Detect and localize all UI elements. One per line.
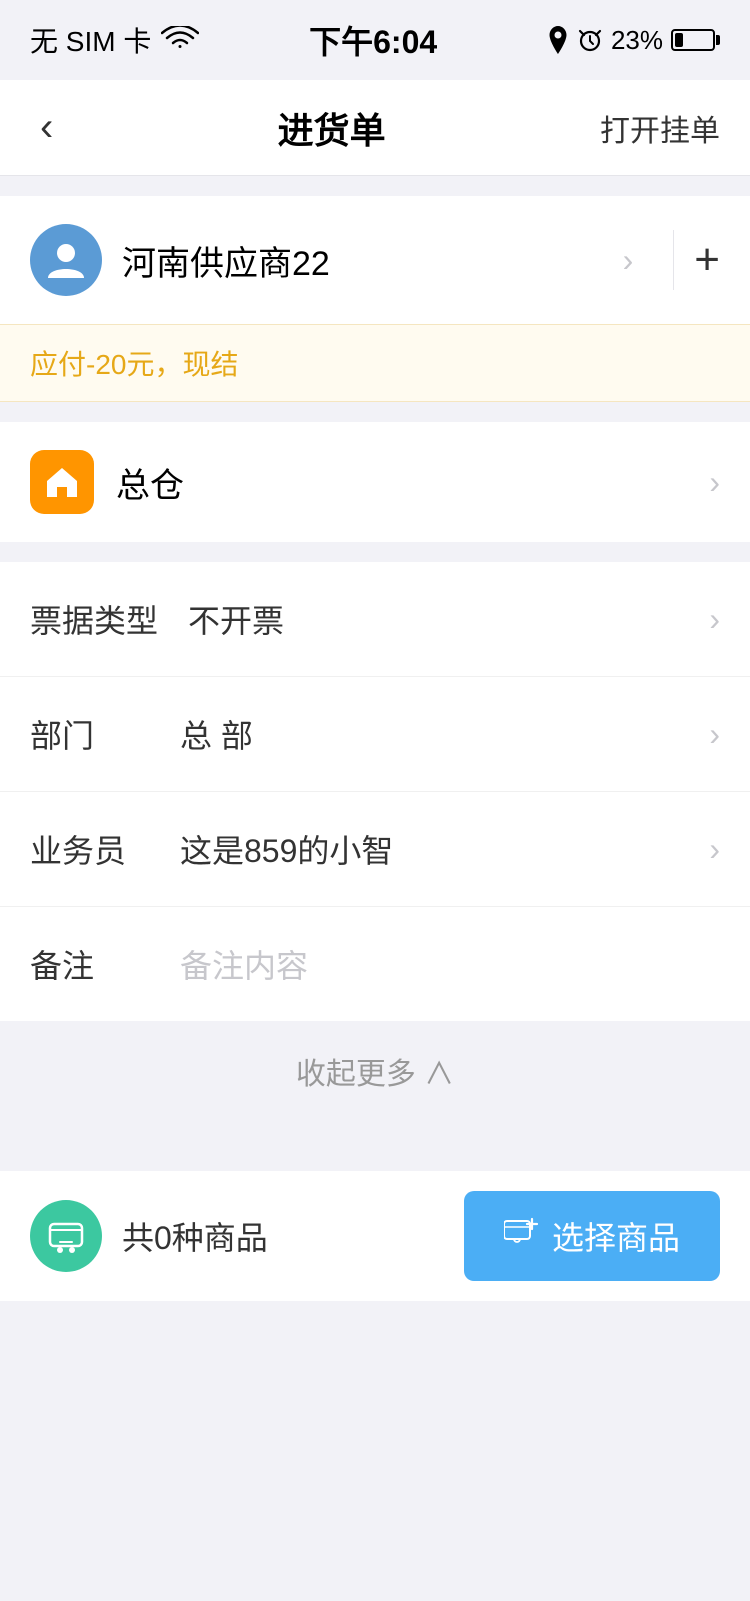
product-count-label: 共0种商品: [122, 1213, 464, 1259]
department-label: 部门: [30, 711, 150, 757]
section-gap-1: [0, 176, 750, 196]
product-bar: 共0种商品 选择商品: [0, 1171, 750, 1301]
product-icon-bg: [30, 1200, 102, 1272]
person-icon: [44, 238, 88, 282]
salesperson-value: 这是859的小智: [180, 826, 709, 872]
salesperson-arrow: ›: [709, 831, 720, 868]
select-product-button[interactable]: 选择商品: [464, 1191, 720, 1281]
home-icon: [43, 463, 81, 501]
carrier-label: 无 SIM 卡: [30, 20, 151, 60]
supplier-row[interactable]: 河南供应商22 › +: [0, 196, 750, 324]
open-pending-button[interactable]: 打开挂单: [600, 106, 720, 150]
department-row[interactable]: 部门 总 部 ›: [0, 677, 750, 792]
select-cart-icon: [504, 1217, 540, 1247]
section-gap-4: [0, 1121, 750, 1151]
invoice-type-arrow: ›: [709, 601, 720, 638]
notice-text: 应付-20元，现结: [30, 349, 238, 380]
supplier-name: 河南供应商22: [122, 236, 623, 285]
warehouse-icon-bg: [30, 450, 94, 514]
warehouse-row[interactable]: 总仓 ›: [0, 422, 750, 542]
section-gap-2: [0, 402, 750, 422]
status-time: 下午6:04: [309, 17, 437, 63]
department-value: 总 部: [180, 711, 709, 757]
supplier-arrow-icon: ›: [623, 242, 634, 279]
nav-bar: ‹ 进货单 打开挂单: [0, 80, 750, 176]
remark-row[interactable]: 备注 备注内容: [0, 907, 750, 1021]
warehouse-section: 总仓 ›: [0, 422, 750, 542]
invoice-type-value: 不开票: [188, 596, 709, 642]
select-product-icon: [504, 1217, 540, 1256]
department-arrow: ›: [709, 716, 720, 753]
salesperson-row[interactable]: 业务员 这是859的小智 ›: [0, 792, 750, 907]
status-left: 无 SIM 卡: [30, 20, 199, 60]
collapse-label: 收起更多 ∧: [296, 1058, 454, 1091]
add-supplier-button[interactable]: +: [694, 235, 720, 285]
battery-percent: 23%: [611, 25, 663, 56]
status-bar: 无 SIM 卡 下午6:04 23%: [0, 0, 750, 80]
form-section: 票据类型 不开票 › 部门 总 部 › 业务员 这是859的小智 › 备注 备注…: [0, 562, 750, 1021]
page-bg: [0, 1301, 750, 1601]
wifi-icon: [161, 26, 199, 54]
location-icon: [547, 26, 569, 54]
salesperson-label: 业务员: [30, 826, 150, 872]
section-gap-3: [0, 542, 750, 562]
alarm-icon: [577, 26, 603, 54]
page-title: 进货单: [278, 102, 386, 154]
supplier-section: 河南供应商22 › + 应付-20元，现结: [0, 196, 750, 402]
remark-label: 备注: [30, 941, 150, 987]
invoice-type-row[interactable]: 票据类型 不开票 ›: [0, 562, 750, 677]
notice-bar: 应付-20元，现结: [0, 324, 750, 402]
select-product-label: 选择商品: [552, 1213, 680, 1259]
divider: [673, 230, 674, 290]
status-right: 23%: [547, 25, 720, 56]
remark-value[interactable]: 备注内容: [180, 941, 720, 987]
cart-icon: [46, 1216, 86, 1256]
supplier-avatar: [30, 224, 102, 296]
collapse-bar[interactable]: 收起更多 ∧: [0, 1021, 750, 1121]
battery-icon: [671, 29, 720, 51]
warehouse-name: 总仓: [116, 458, 709, 507]
invoice-type-label: 票据类型: [30, 596, 158, 642]
back-button[interactable]: ‹: [30, 95, 63, 160]
warehouse-arrow-icon: ›: [709, 464, 720, 501]
